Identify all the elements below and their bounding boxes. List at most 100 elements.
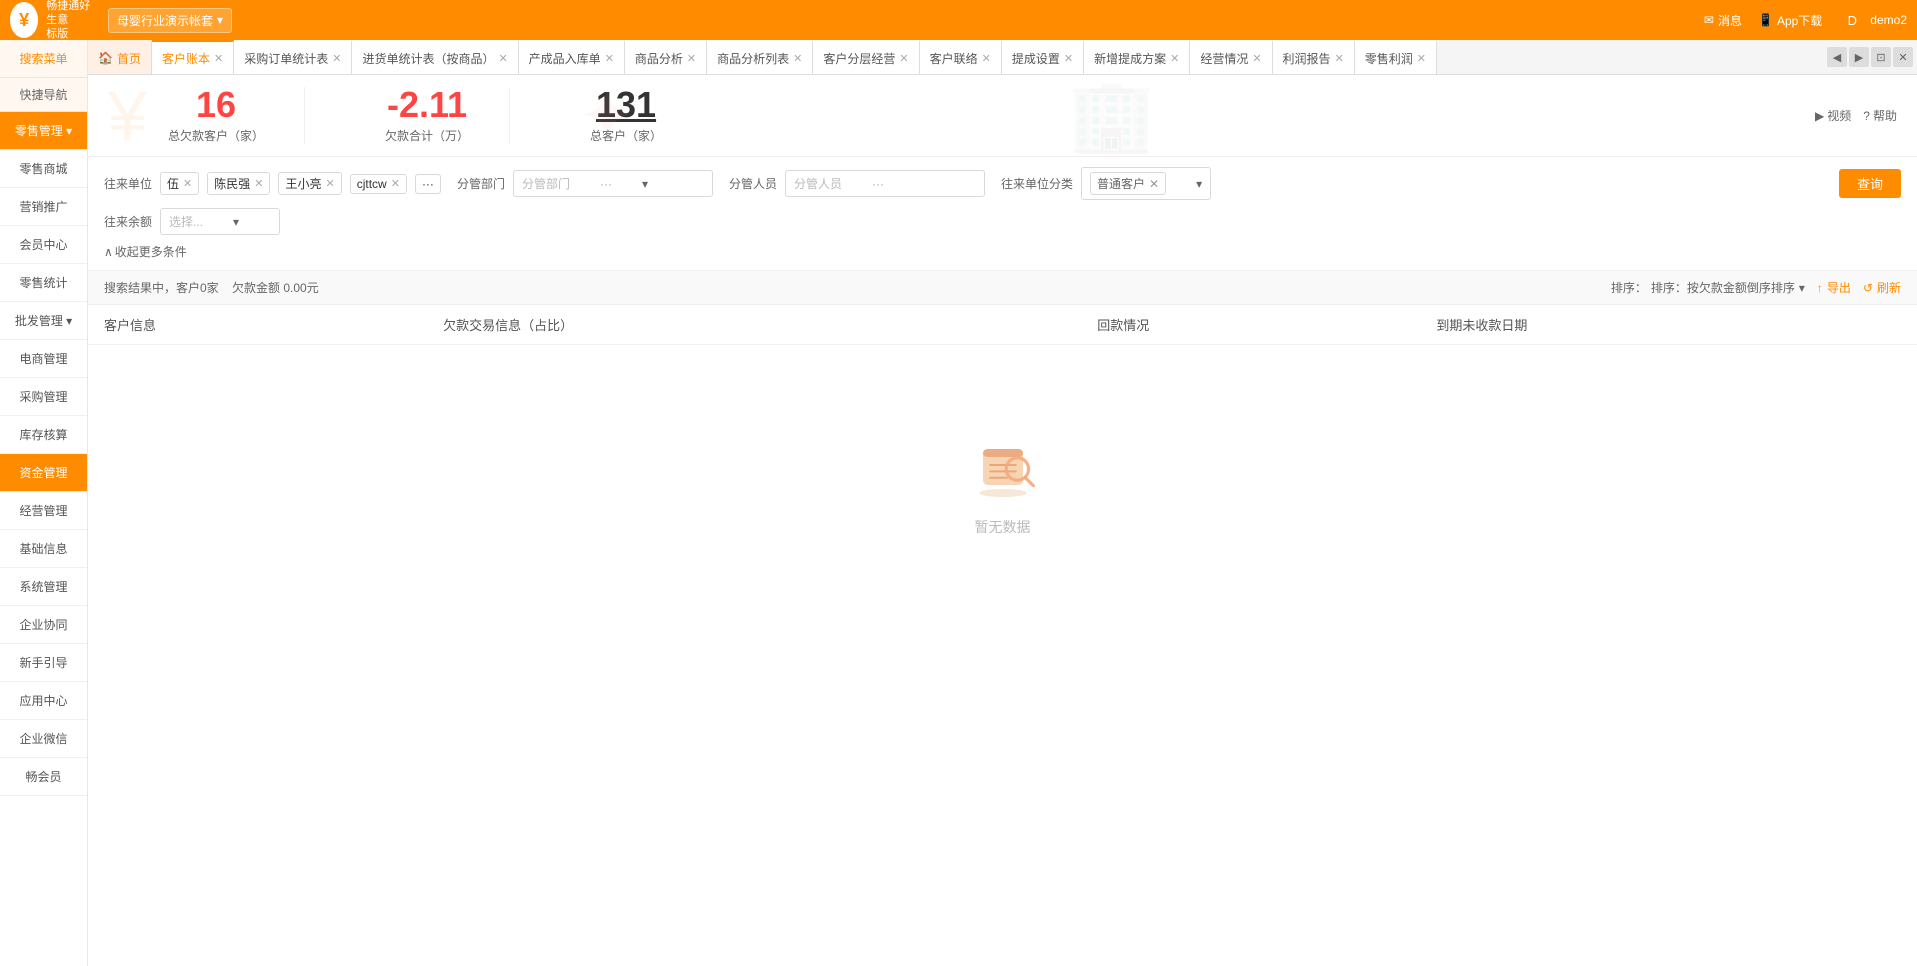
video-link[interactable]: ▶ 视频 (1815, 107, 1851, 124)
user-avatar-button[interactable]: D demo2 (1838, 6, 1907, 34)
tab-customer-contact[interactable]: 客户联络 ✕ (920, 40, 1002, 74)
tab-close-production-inbound[interactable]: ✕ (605, 52, 614, 65)
tag-close-wang[interactable]: ✕ (326, 177, 335, 190)
sidebar-item-system-mgmt[interactable]: 系统管理 (0, 568, 87, 606)
sidebar-item-ops-mgmt[interactable]: 经营管理 (0, 492, 87, 530)
sidebar-item-marketing[interactable]: 营销推广 (0, 188, 87, 226)
tab-close-goods-analysis-list[interactable]: ✕ (793, 52, 802, 65)
sidebar-item-member-center[interactable]: 会员中心 (0, 226, 87, 264)
filter-tag-more[interactable]: ··· (415, 174, 441, 194)
empty-text: 暂无数据 (975, 517, 1031, 537)
sidebar-quick-nav[interactable]: 快捷导航 (0, 78, 87, 112)
tab-promotion-settings[interactable]: 提成设置 ✕ (1002, 40, 1084, 74)
dept-arrow: ··· (600, 177, 612, 191)
staff-select[interactable]: 分管人员 ··· (785, 170, 985, 197)
tab-retail-profit[interactable]: 零售利润 ✕ (1355, 40, 1437, 74)
tab-goods-analysis-list[interactable]: 商品分析列表 ✕ (707, 40, 813, 74)
tab-home[interactable]: 🏠 首页 (88, 40, 152, 74)
tab-close-business-status[interactable]: ✕ (1252, 52, 1261, 65)
sidebar-item-purchase-mgmt[interactable]: 采购管理 (0, 378, 87, 416)
collapse-button[interactable]: ∧ 收起更多条件 (104, 243, 1901, 260)
stats-bar: ¥ ✦ 🏢 16 总欠款客户（家） -2.11 欠款合计（万） 131 总客户（… (88, 75, 1917, 157)
filter-tag-wang[interactable]: 王小亮 ✕ (278, 172, 341, 195)
tab-purchase-orders[interactable]: 采购订单统计表 ✕ (234, 40, 352, 74)
sidebar-item-capital-mgmt[interactable]: 资金管理 (0, 454, 87, 492)
dept-select[interactable]: 分管部门 ··· ▾ (513, 170, 713, 197)
tab-next-arrow[interactable]: ▶ (1849, 47, 1869, 67)
empty-icon (963, 425, 1043, 505)
sidebar-item-member-pro[interactable]: 畅会员 (0, 758, 87, 796)
tab-inbound-stats[interactable]: 进货单统计表（按商品） ✕ (352, 40, 518, 74)
sidebar-search[interactable]: 搜索菜单 (0, 40, 87, 78)
export-button[interactable]: ↑ 导出 (1817, 279, 1851, 296)
tab-close-promotion-settings[interactable]: ✕ (1064, 52, 1073, 65)
category-select[interactable]: 普通客户 ✕ ▾ (1081, 167, 1211, 200)
export-icon: ↑ (1817, 281, 1823, 295)
sort-chevron: ▾ (1799, 281, 1805, 295)
avatar: D (1838, 6, 1866, 34)
category-tag-close[interactable]: ✕ (1149, 177, 1159, 191)
tab-close-customer-contact[interactable]: ✕ (982, 52, 991, 65)
tab-close-all[interactable]: ✕ (1893, 47, 1913, 67)
tab-production-inbound[interactable]: 产成品入库单 ✕ (519, 40, 625, 74)
tag-close-wu[interactable]: ✕ (183, 177, 192, 190)
sidebar-item-batch-mgmt[interactable]: 批发管理 ▾ (0, 302, 87, 340)
tab-profit-report[interactable]: 利润报告 ✕ (1273, 40, 1355, 74)
filter-tag-wu[interactable]: 伍 ✕ (160, 172, 199, 195)
tab-close-accounts[interactable]: ✕ (214, 52, 223, 65)
dept-chevron: ▾ (642, 177, 648, 191)
sidebar-item-app-center[interactable]: 应用中心 (0, 682, 87, 720)
tab-customer-tiering[interactable]: 客户分层经营 ✕ (813, 40, 919, 74)
category-label: 往来单位分类 (1001, 175, 1073, 192)
stat-debt-label: 欠款合计（万） (385, 127, 469, 144)
tab-close-inbound-stats[interactable]: ✕ (498, 52, 507, 65)
query-button[interactable]: 查询 (1839, 169, 1901, 198)
sidebar-item-inventory-check[interactable]: 库存核算 (0, 416, 87, 454)
help-link[interactable]: ? 帮助 (1863, 107, 1897, 124)
tab-business-status[interactable]: 经营情况 ✕ (1190, 40, 1272, 74)
sidebar-item-enterprise-collab[interactable]: 企业协同 (0, 606, 87, 644)
staff-label: 分管人员 (729, 175, 777, 192)
tab-prev-arrow[interactable]: ◀ (1827, 47, 1847, 67)
tab-close-new-promotion[interactable]: ✕ (1170, 52, 1179, 65)
stat-total-clients: 131 总客户（家） (510, 87, 702, 144)
logo-text: 畅捷通好生意 标版 (46, 0, 98, 41)
stat-clients-label: 总客户（家） (590, 127, 662, 144)
stat-customers-label: 总欠款客户（家） (168, 127, 264, 144)
tab-bar: 🏠 首页 客户账本 ✕ 采购订单统计表 ✕ 进货单统计表（按商品） ✕ 产成品入… (88, 40, 1917, 75)
tag-close-cjttcw[interactable]: ✕ (391, 177, 400, 190)
app-wrapper: ¥ 畅捷通好生意 标版 母婴行业演示帐套 ▾ ✉ 消息 📱 App下载 D de… (0, 0, 1917, 966)
remain-select[interactable]: 选择... ▾ (160, 208, 280, 235)
tab-close-retail-profit[interactable]: ✕ (1417, 52, 1426, 65)
category-chevron: ▾ (1196, 177, 1202, 191)
sidebar-item-basic-info[interactable]: 基础信息 (0, 530, 87, 568)
tab-new-promotion[interactable]: 新增提成方案 ✕ (1084, 40, 1190, 74)
filter-row-1: 往来单位 伍 ✕ 陈民强 ✕ 王小亮 ✕ (104, 167, 1901, 200)
tab-close-purchase-orders[interactable]: ✕ (332, 52, 341, 65)
sort-select[interactable]: 排序： 排序：按欠款金额倒序排序 ▾ (1611, 279, 1805, 296)
filter-tag-cjttcw[interactable]: cjttcw ✕ (350, 174, 407, 194)
tab-goods-analysis[interactable]: 商品分析 ✕ (625, 40, 707, 74)
sidebar-item-new-guide[interactable]: 新手引导 (0, 644, 87, 682)
sidebar-item-enterprise-wechat[interactable]: 企业微信 (0, 720, 87, 758)
filter-tag-chen[interactable]: 陈民强 ✕ (207, 172, 270, 195)
app-download-button[interactable]: 📱 App下载 (1758, 12, 1822, 29)
sidebar-item-retail-mall[interactable]: 零售商城 (0, 150, 87, 188)
data-table: 客户信息 欠款交易信息（占比） 回款情况 到期未收款日期 (88, 305, 1917, 345)
question-icon: ? (1863, 109, 1870, 123)
filter-bar: 往来单位 伍 ✕ 陈民强 ✕ 王小亮 ✕ (88, 157, 1917, 271)
logo-icon: ¥ (10, 2, 38, 38)
message-button[interactable]: ✉ 消息 (1704, 12, 1742, 29)
sidebar-item-retail-stats[interactable]: 零售统计 (0, 264, 87, 302)
remain-chevron: ▾ (233, 215, 239, 229)
tab-close-customer-tiering[interactable]: ✕ (899, 52, 908, 65)
tab-close-profit-report[interactable]: ✕ (1335, 52, 1344, 65)
tab-menu-arrow[interactable]: ⊡ (1871, 47, 1891, 67)
tab-accounts[interactable]: 客户账本 ✕ (152, 40, 234, 74)
sidebar-item-retail-mgmt[interactable]: 零售管理 ▾ (0, 112, 87, 150)
account-dropdown[interactable]: 母婴行业演示帐套 ▾ (108, 8, 232, 33)
tab-close-goods-analysis[interactable]: ✕ (687, 52, 696, 65)
sidebar-item-ecommerce-mgmt[interactable]: 电商管理 (0, 340, 87, 378)
tag-close-chen[interactable]: ✕ (254, 177, 263, 190)
refresh-button[interactable]: ↺ 刷新 (1863, 279, 1901, 296)
